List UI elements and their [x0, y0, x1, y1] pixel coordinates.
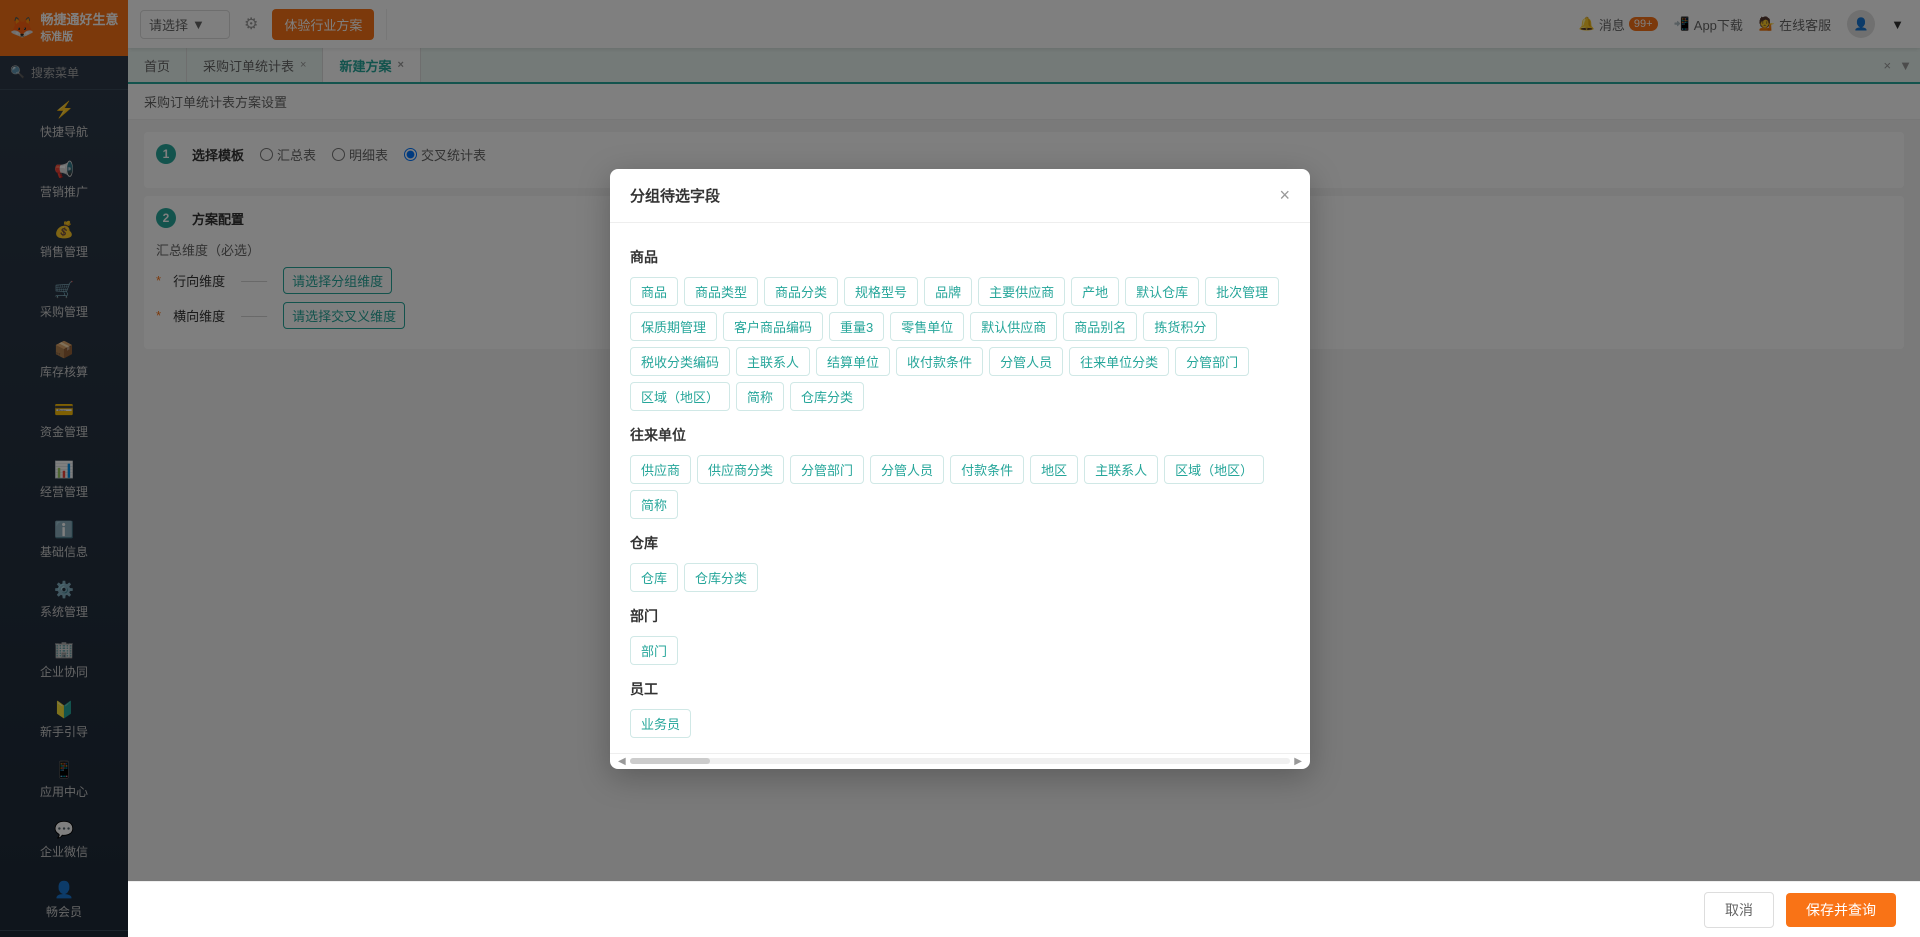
section-partner-title: 往来单位: [630, 425, 1290, 445]
dialog-close-btn[interactable]: ×: [1279, 185, 1290, 206]
field-payment-condition[interactable]: 付款条件: [950, 455, 1024, 484]
field-product-type[interactable]: 商品类型: [684, 277, 758, 306]
field-warehouse[interactable]: 仓库: [630, 563, 678, 592]
field-pick-points[interactable]: 拣货积分: [1143, 312, 1217, 341]
field-product-alias[interactable]: 商品别名: [1063, 312, 1137, 341]
field-shelf-life[interactable]: 保质期管理: [630, 312, 717, 341]
field-origin[interactable]: 产地: [1071, 277, 1119, 306]
field-supplier[interactable]: 供应商: [630, 455, 691, 484]
save-query-button[interactable]: 保存并查询: [1786, 893, 1896, 927]
field-product-category[interactable]: 商品分类: [764, 277, 838, 306]
field-product[interactable]: 商品: [630, 277, 678, 306]
field-department[interactable]: 部门: [630, 636, 678, 665]
field-partner-dept[interactable]: 分管部门: [790, 455, 864, 484]
section-product-title: 商品: [630, 247, 1290, 267]
field-spec-model[interactable]: 规格型号: [844, 277, 918, 306]
footer-bar: 取消 保存并查询: [128, 881, 1920, 937]
field-retail-unit[interactable]: 零售单位: [890, 312, 964, 341]
dialog-hscroll: ◀ ▶: [610, 753, 1310, 769]
field-partner-supervisor[interactable]: 分管人员: [870, 455, 944, 484]
hscroll-track: [630, 758, 1291, 764]
field-supervisor[interactable]: 分管人员: [989, 347, 1063, 376]
section-warehouse-fields: 仓库 仓库分类: [630, 563, 1290, 592]
field-batch-mgmt[interactable]: 批次管理: [1205, 277, 1279, 306]
field-warehouse-category[interactable]: 仓库分类: [684, 563, 758, 592]
cancel-button[interactable]: 取消: [1704, 892, 1774, 928]
hscroll-thumb[interactable]: [630, 758, 710, 764]
field-main-contact-partner[interactable]: 主联系人: [1084, 455, 1158, 484]
field-tax-code[interactable]: 税收分类编码: [630, 347, 730, 376]
field-payment-terms[interactable]: 收付款条件: [896, 347, 983, 376]
field-weight3[interactable]: 重量3: [829, 312, 884, 341]
field-brand[interactable]: 品牌: [924, 277, 972, 306]
section-product-fields: 商品 商品类型 商品分类 规格型号 品牌 主要供应商 产地 默认仓库 批次管理 …: [630, 277, 1290, 411]
field-select-dialog: 分组待选字段 × 商品 商品 商品类型 商品分类 规格型号 品牌 主要供应商 产…: [610, 169, 1310, 769]
dialog-title: 分组待选字段: [630, 185, 720, 206]
section-employee-title: 员工: [630, 679, 1290, 699]
field-customer-code[interactable]: 客户商品编码: [723, 312, 823, 341]
field-main-supplier[interactable]: 主要供应商: [978, 277, 1065, 306]
field-dept[interactable]: 分管部门: [1175, 347, 1249, 376]
field-short-name-partner[interactable]: 简称: [630, 490, 678, 519]
field-supplier-category[interactable]: 供应商分类: [697, 455, 784, 484]
field-default-supplier[interactable]: 默认供应商: [970, 312, 1057, 341]
field-salesperson[interactable]: 业务员: [630, 709, 691, 738]
field-warehouse-category-product[interactable]: 仓库分类: [790, 382, 864, 411]
field-region-partner[interactable]: 区域（地区）: [1164, 455, 1264, 484]
section-department-title: 部门: [630, 606, 1290, 626]
field-main-contact[interactable]: 主联系人: [736, 347, 810, 376]
hscroll-left-btn[interactable]: ◀: [614, 756, 630, 767]
field-partner-category[interactable]: 往来单位分类: [1069, 347, 1169, 376]
section-employee-fields: 业务员: [630, 709, 1290, 738]
hscroll-right-btn[interactable]: ▶: [1290, 756, 1306, 767]
dialog-body: 商品 商品 商品类型 商品分类 规格型号 品牌 主要供应商 产地 默认仓库 批次…: [610, 223, 1310, 753]
section-warehouse-title: 仓库: [630, 533, 1290, 553]
field-default-warehouse[interactable]: 默认仓库: [1125, 277, 1199, 306]
field-region-product[interactable]: 区域（地区）: [630, 382, 730, 411]
field-district[interactable]: 地区: [1030, 455, 1078, 484]
dialog-header: 分组待选字段 ×: [610, 169, 1310, 223]
field-short-name-product[interactable]: 简称: [736, 382, 784, 411]
section-partner-fields: 供应商 供应商分类 分管部门 分管人员 付款条件 地区 主联系人 区域（地区） …: [630, 455, 1290, 519]
section-department-fields: 部门: [630, 636, 1290, 665]
field-settlement-unit[interactable]: 结算单位: [816, 347, 890, 376]
